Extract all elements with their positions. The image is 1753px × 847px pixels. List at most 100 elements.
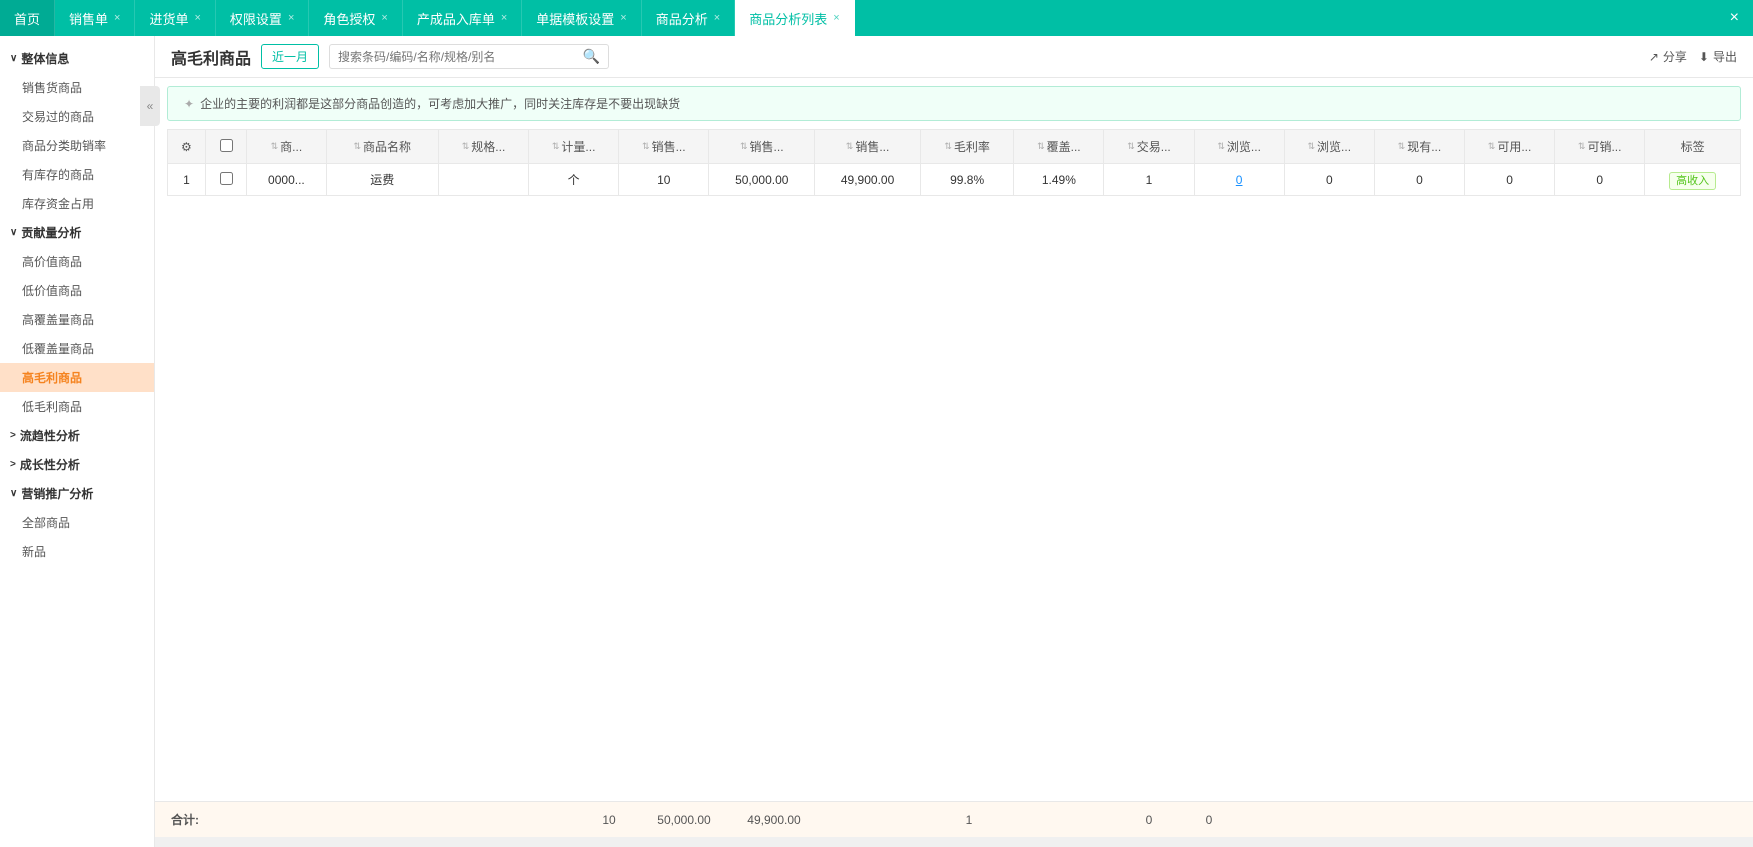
sidebar-item-高毛利商品[interactable]: 高毛利商品 (0, 363, 154, 392)
sidebar-item-高价值商品[interactable]: 高价值商品 (0, 247, 154, 276)
footer-cell-9 (819, 813, 879, 827)
col-header-8[interactable]: ⇅销售... (815, 130, 921, 164)
nav-item-产成品入库单[interactable]: 产成品入库单× (403, 0, 522, 36)
footer-cell-8: 49,900.00 (729, 813, 819, 827)
sidebar-group-成长性分析[interactable]: >成长性分析 (0, 450, 154, 479)
sidebar-group-营销推广分析[interactable]: ∨营销推广分析 (0, 479, 154, 508)
nav-close-icon[interactable]: × (114, 12, 120, 24)
sort-icon: ⇅ (552, 141, 560, 152)
col-label: ⚙ (181, 140, 192, 154)
row-sales2: 50,000.00 (709, 164, 815, 196)
row-gross-rate: 99.8% (920, 164, 1013, 196)
nav-item-商品分析列表[interactable]: 商品分析列表× (735, 0, 854, 36)
sidebar-item-低覆盖量商品[interactable]: 低覆盖量商品 (0, 334, 154, 363)
row-code: 0000... (247, 164, 326, 196)
search-icon[interactable]: 🔍 (583, 48, 600, 65)
sort-icon: ⇅ (944, 141, 952, 152)
col-label: 销售... (750, 138, 784, 155)
nav-close-icon[interactable]: × (381, 12, 387, 24)
col-header-15[interactable]: ⇅可用... (1465, 130, 1555, 164)
sidebar-group-贡献量分析[interactable]: ∨ 贡献量分析 (0, 218, 154, 247)
nav-close-icon[interactable]: × (501, 12, 507, 24)
nav-close-icon[interactable]: × (620, 12, 626, 24)
row-saleable: 0 (1555, 164, 1645, 196)
nav-item-销售单[interactable]: 销售单× (55, 0, 135, 36)
row-coverage: 1.49% (1014, 164, 1104, 196)
group-label: 贡献量分析 (21, 224, 81, 241)
sidebar-group-流趋性分析[interactable]: >流趋性分析 (0, 421, 154, 450)
search-box: 🔍 (329, 44, 609, 69)
content-area: 高毛利商品 近一月 🔍 ↗ 分享 ⬇ 导出 ✦ 企业的主要的利润都是这部分商品创… (155, 36, 1753, 847)
col-header-7[interactable]: ⇅销售... (709, 130, 815, 164)
date-filter-button[interactable]: 近一月 (261, 44, 319, 69)
col-label: 覆盖... (1047, 138, 1081, 155)
col-header-16[interactable]: ⇅可销... (1555, 130, 1645, 164)
col-header-10[interactable]: ⇅覆盖... (1014, 130, 1104, 164)
sidebar-item-新品[interactable]: 新品 (0, 537, 154, 566)
sidebar-item-有库存的商品[interactable]: 有库存的商品 (0, 160, 154, 189)
col-label: 现有... (1407, 138, 1441, 155)
footer-cell-6: 10 (579, 813, 639, 827)
footer-cell-10 (879, 813, 939, 827)
col-header-6[interactable]: ⇅销售... (619, 130, 709, 164)
nav-item-首页[interactable]: 首页 (0, 0, 55, 36)
nav-close-icon[interactable]: × (194, 12, 200, 24)
row-sales3: 49,900.00 (815, 164, 921, 196)
footer-cell-17 (1299, 813, 1359, 827)
footer-cell-13 (1059, 813, 1119, 827)
select-all-checkbox[interactable] (220, 139, 233, 152)
export-button[interactable]: ⬇ 导出 (1699, 48, 1737, 65)
col-header-5[interactable]: ⇅计量... (529, 130, 619, 164)
close-window-button[interactable]: × (1716, 9, 1753, 27)
table-row: 10000...运费个1050,000.0049,900.0099.8%1.49… (168, 164, 1741, 196)
col-header-11[interactable]: ⇅交易... (1104, 130, 1194, 164)
group-label: 整体信息 (21, 50, 69, 67)
nav-item-权限设置[interactable]: 权限设置× (216, 0, 309, 36)
browse-link[interactable]: 0 (1236, 173, 1243, 187)
sort-icon: ⇅ (462, 141, 470, 152)
footer-cell-5 (519, 813, 579, 827)
sidebar-collapse-button[interactable]: « (140, 86, 160, 126)
sidebar-item-低毛利商品[interactable]: 低毛利商品 (0, 392, 154, 421)
arrow-icon: ∨ (10, 227, 17, 238)
nav-close-icon[interactable]: × (714, 12, 720, 24)
nav-close-icon[interactable]: × (288, 12, 294, 24)
col-header-2[interactable]: ⇅商... (247, 130, 326, 164)
col-header-3[interactable]: ⇅商品名称 (326, 130, 438, 164)
sidebar-item-销售货商品[interactable]: 销售货商品 (0, 73, 154, 102)
col-header-4[interactable]: ⇅规格... (438, 130, 528, 164)
sidebar-item-高覆盖量商品[interactable]: 高覆盖量商品 (0, 305, 154, 334)
sidebar-item-交易过的商品[interactable]: 交易过的商品 (0, 102, 154, 131)
col-header-9[interactable]: ⇅毛利率 (920, 130, 1013, 164)
sidebar-group-整体信息[interactable]: ∨整体信息 (0, 44, 154, 73)
sort-icon: ⇅ (1398, 141, 1406, 152)
nav-item-角色授权[interactable]: 角色授权× (309, 0, 402, 36)
sidebar-item-全部商品[interactable]: 全部商品 (0, 508, 154, 537)
header-actions: ↗ 分享 ⬇ 导出 (1649, 48, 1737, 65)
bottom-scrollbar[interactable] (155, 837, 1753, 847)
nav-item-进货单[interactable]: 进货单× (135, 0, 215, 36)
sort-icon: ⇅ (1488, 141, 1496, 152)
footer-cell-3 (339, 813, 459, 827)
footer-cell-7: 50,000.00 (639, 813, 729, 827)
sort-icon: ⇅ (846, 141, 854, 152)
sidebar-item-低价值商品[interactable]: 低价值商品 (0, 276, 154, 305)
export-label: 导出 (1713, 48, 1737, 65)
nav-close-icon[interactable]: × (833, 12, 839, 24)
row-checkbox-input[interactable] (220, 172, 233, 185)
footer-cell-14: 0 (1119, 813, 1179, 827)
col-header-13[interactable]: ⇅浏览... (1284, 130, 1374, 164)
col-header-12[interactable]: ⇅浏览... (1194, 130, 1284, 164)
share-button[interactable]: ↗ 分享 (1649, 48, 1687, 65)
sidebar-item-库存资金占用[interactable]: 库存资金占用 (0, 189, 154, 218)
info-banner: ✦ 企业的主要的利润都是这部分商品创造的，可考虑加大推广，同时关注库存是不要出现… (167, 86, 1741, 121)
nav-item-商品分析[interactable]: 商品分析× (642, 0, 735, 36)
col-header-14[interactable]: ⇅现有... (1374, 130, 1464, 164)
col-label: 规格... (471, 138, 505, 155)
search-input[interactable] (338, 50, 583, 64)
table-container: ⚙⇅商...⇅商品名称⇅规格...⇅计量...⇅销售...⇅销售...⇅销售..… (155, 129, 1753, 801)
nav-item-单据模板设置[interactable]: 单据模板设置× (522, 0, 641, 36)
sort-icon: ⇅ (1578, 141, 1586, 152)
col-label: 商品名称 (363, 138, 411, 155)
sidebar-item-商品分类助销率[interactable]: 商品分类助销率 (0, 131, 154, 160)
